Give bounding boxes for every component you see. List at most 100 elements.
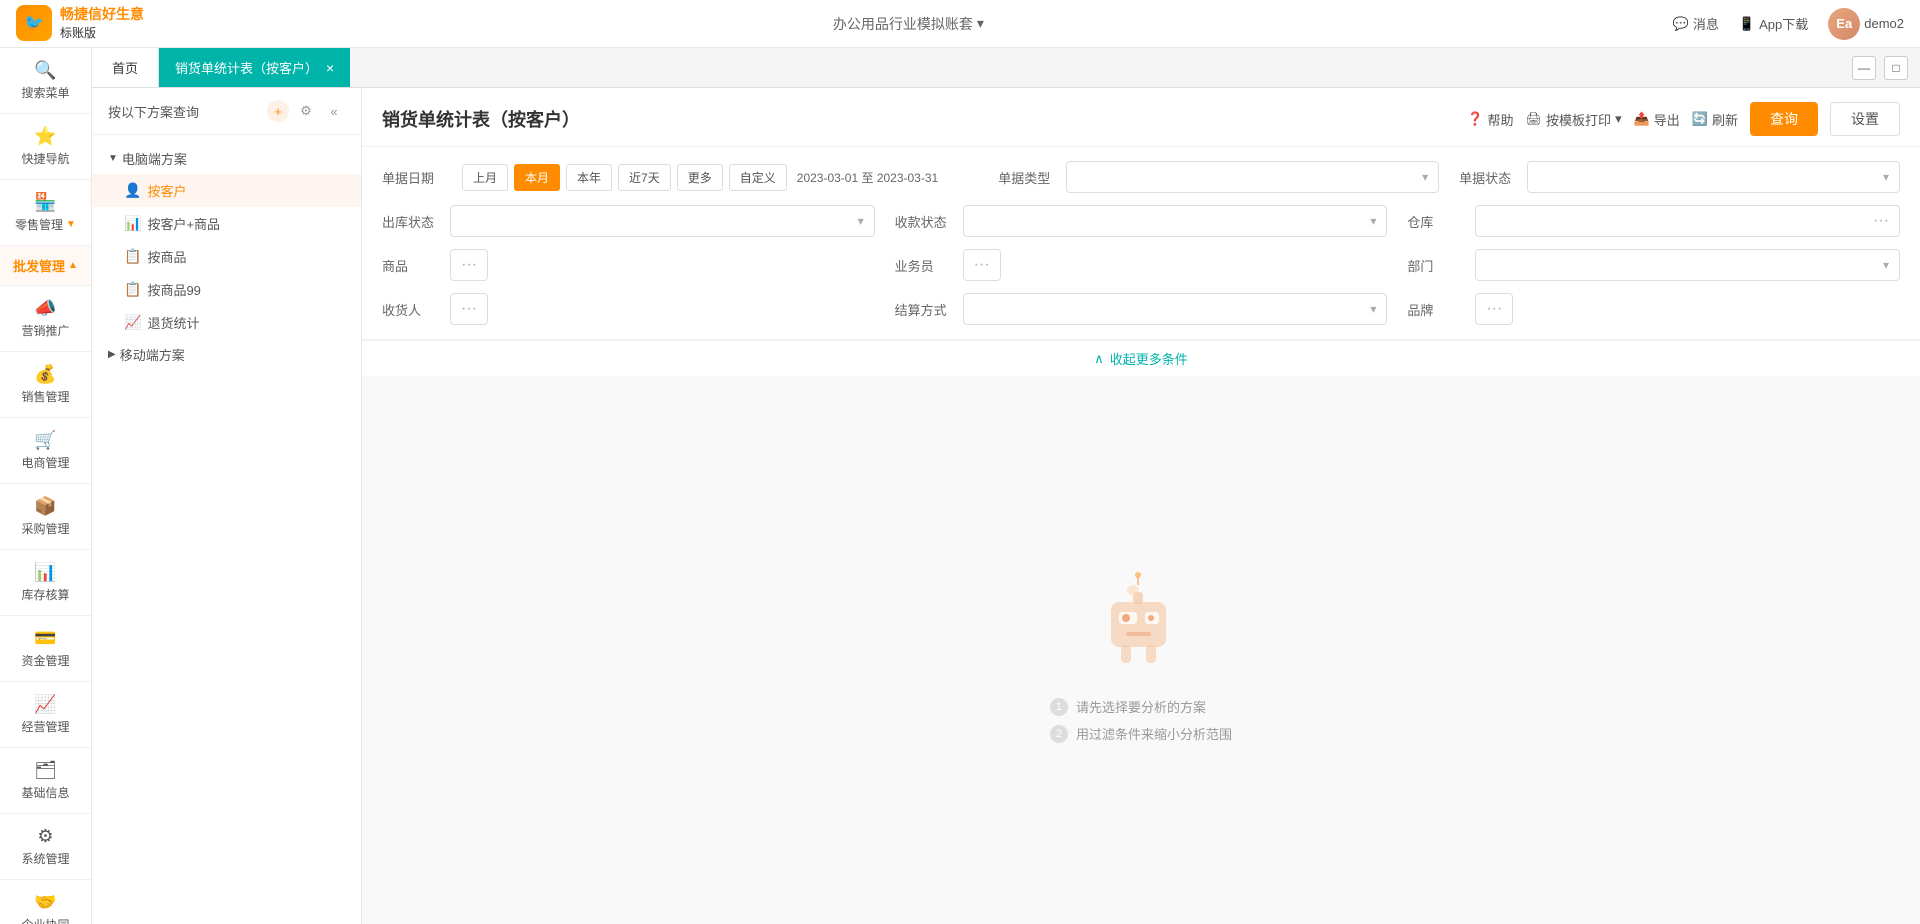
scheme-by-goods[interactable]: 📋 按商品 <box>92 240 361 273</box>
sidebar-item-shortcut[interactable]: ⭐ 快捷导航 <box>0 114 91 180</box>
filter-row-1: 单据日期 上月 本月 本年 近7天 <box>382 161 1900 193</box>
date-this-month[interactable]: 本月 <box>514 164 560 191</box>
collapse-panel-button[interactable]: « <box>323 100 345 122</box>
minimize-icon: — <box>1858 61 1870 75</box>
company-selector[interactable]: 办公用品行业模拟账套 ▾ <box>833 14 984 34</box>
scheme-by-goods99[interactable]: 📋 按商品99 <box>92 273 361 306</box>
collapse-button[interactable]: ∧ 收起更多条件 <box>1094 349 1188 368</box>
help-button[interactable]: ❓ 帮助 <box>1467 110 1513 129</box>
maximize-button[interactable]: □ <box>1884 56 1908 80</box>
scheme-by-customer[interactable]: 👤 按客户 <box>92 174 361 207</box>
out-status-chevron: ▾ <box>858 214 864 228</box>
scheme-settings-button[interactable]: ⚙ <box>295 100 317 122</box>
sidebar-item-search[interactable]: 🔍 搜索菜单 <box>0 48 91 114</box>
sidebar-item-wholesale[interactable]: 批发管理 ▲ <box>0 246 91 286</box>
sidebar-item-operations[interactable]: 📈 经营管理 <box>0 682 91 748</box>
empty-state: 1 请先选择要分析的方案 2 用过滤条件来缩小分析范围 <box>362 376 1920 924</box>
print-button[interactable]: 🖨 按模板打印 ▾ <box>1526 110 1622 129</box>
date-group: 上月 本月 本年 近7天 更多 <box>462 164 938 191</box>
department-chevron: ▾ <box>1883 258 1889 272</box>
salesman-select[interactable]: ··· <box>963 249 1001 281</box>
out-status-select[interactable]: ▾ <box>450 205 875 237</box>
date-this-year[interactable]: 本年 <box>566 164 612 191</box>
marketing-icon: 📣 <box>8 298 83 319</box>
brand-label: 品牌 <box>1407 300 1467 319</box>
payment-select[interactable]: ▾ <box>963 293 1388 325</box>
collect-status-select[interactable]: ▾ <box>963 205 1388 237</box>
department-select[interactable]: ▾ <box>1475 249 1900 281</box>
sidebar-item-label: 经营管理 <box>8 718 83 735</box>
mobile-group[interactable]: ▶ 移动端方案 <box>92 339 361 370</box>
brand-sub: 标账版 <box>60 25 144 42</box>
sidebar-item-retail[interactable]: 🏪 零售管理 ▼ <box>0 180 91 246</box>
collect-status-field: 收款状态 ▾ <box>895 205 1388 237</box>
add-scheme-button[interactable]: + <box>267 100 289 122</box>
pc-group[interactable]: ▼ 电脑端方案 <box>92 143 361 174</box>
warehouse-select[interactable]: ··· <box>1475 205 1900 237</box>
date-last-month[interactable]: 上月 <box>462 164 508 191</box>
settings-button[interactable]: 设置 <box>1830 102 1900 136</box>
tab-close-icon[interactable]: × <box>326 60 334 76</box>
filter-row-2: 出库状态 ▾ 收款状态 ▾ <box>382 205 1900 237</box>
collapse-area: ∧ 收起更多条件 <box>362 340 1920 376</box>
sidebar-item-basic[interactable]: 🗂 基础信息 <box>0 748 91 814</box>
warehouse-dots: ··· <box>1873 212 1889 230</box>
help-icon: ❓ <box>1467 111 1483 127</box>
collect-status-label: 收款状态 <box>895 212 955 231</box>
empty-tip-2: 2 用过滤条件来缩小分析范围 <box>1050 724 1232 743</box>
date-7days[interactable]: 近7天 <box>618 164 671 191</box>
user-menu[interactable]: Ea demo2 <box>1828 8 1904 40</box>
sidebar-item-inventory[interactable]: 📊 库存核算 <box>0 550 91 616</box>
date-more[interactable]: 更多 <box>677 164 723 191</box>
chevron-up-icon: ∧ <box>1094 351 1104 367</box>
sidebar-item-sales[interactable]: 💰 销售管理 <box>0 352 91 418</box>
search-icon: 🔍 <box>8 60 83 81</box>
message-button[interactable]: 💬 消息 <box>1673 14 1719 33</box>
company-chevron: ▾ <box>977 15 984 32</box>
sidebar-item-label: 搜索菜单 <box>8 84 83 101</box>
app-label: App下载 <box>1759 14 1808 33</box>
company-name: 办公用品行业模拟账套 <box>833 14 973 34</box>
tab-active[interactable]: 销货单统计表（按客户） × <box>159 48 350 87</box>
sidebar-item-ecom[interactable]: 🛒 电商管理 <box>0 418 91 484</box>
message-label: 消息 <box>1693 14 1719 33</box>
tab-home[interactable]: 首页 <box>92 48 159 87</box>
sidebar-item-label: 资金管理 <box>8 652 83 669</box>
export-button[interactable]: 📤 导出 <box>1634 110 1680 129</box>
print-icon: 🖨 <box>1526 111 1543 127</box>
date-custom[interactable]: 自定义 <box>729 164 787 191</box>
scheme-return-stats[interactable]: 📈 退货统计 <box>92 306 361 339</box>
logo-icon: 🐦 <box>16 5 52 41</box>
user-name: demo2 <box>1864 16 1904 31</box>
sidebar-item-finance[interactable]: 💳 资金管理 <box>0 616 91 682</box>
empty-tip-1: 1 请先选择要分析的方案 <box>1050 697 1232 716</box>
goods-select[interactable]: ··· <box>450 249 488 281</box>
left-panel: 按以下方案查询 + ⚙ « ▼ <box>92 88 362 924</box>
minimize-button[interactable]: — <box>1852 56 1876 80</box>
receiver-select[interactable]: ··· <box>450 293 488 325</box>
status-select[interactable]: ▾ <box>1527 161 1900 193</box>
basic-icon: 🗂 <box>8 760 83 781</box>
type-select[interactable]: ▾ <box>1066 161 1439 193</box>
warehouse-field: 仓库 ··· <box>1407 205 1900 237</box>
scheme-label: 退货统计 <box>147 313 199 332</box>
sidebar-item-marketing[interactable]: 📣 营销推广 <box>0 286 91 352</box>
type-field: 单据类型 ▾ <box>998 161 1439 193</box>
filter-row-4: 收货人 ··· 结算方式 ▾ 品牌 ··· <box>382 293 1900 325</box>
purchase-icon: 📦 <box>8 496 83 517</box>
scheme-label: 按客户 <box>147 181 186 200</box>
refresh-button[interactable]: 🔄 刷新 <box>1692 110 1738 129</box>
scheme-by-customer-goods[interactable]: 📊 按客户+商品 <box>92 207 361 240</box>
sidebar-item-cooperation[interactable]: 🤝 企业协同 <box>0 880 91 924</box>
tip-text-2: 用过滤条件来缩小分析范围 <box>1076 724 1232 743</box>
receiver-label: 收货人 <box>382 300 442 319</box>
sidebar-item-system[interactable]: ⚙ 系统管理 <box>0 814 91 880</box>
receiver-field: 收货人 ··· <box>382 293 875 325</box>
date-label: 单据日期 <box>382 168 442 187</box>
page-header: 销货单统计表（按客户） ❓ 帮助 🖨 按模板打印 ▾ 📤 <box>362 88 1920 147</box>
query-button[interactable]: 查询 <box>1750 102 1818 136</box>
app-download-button[interactable]: 📱 App下载 <box>1739 14 1808 33</box>
sidebar-item-purchase[interactable]: 📦 采购管理 <box>0 484 91 550</box>
type-label: 单据类型 <box>998 168 1058 187</box>
brand-select[interactable]: ··· <box>1475 293 1513 325</box>
